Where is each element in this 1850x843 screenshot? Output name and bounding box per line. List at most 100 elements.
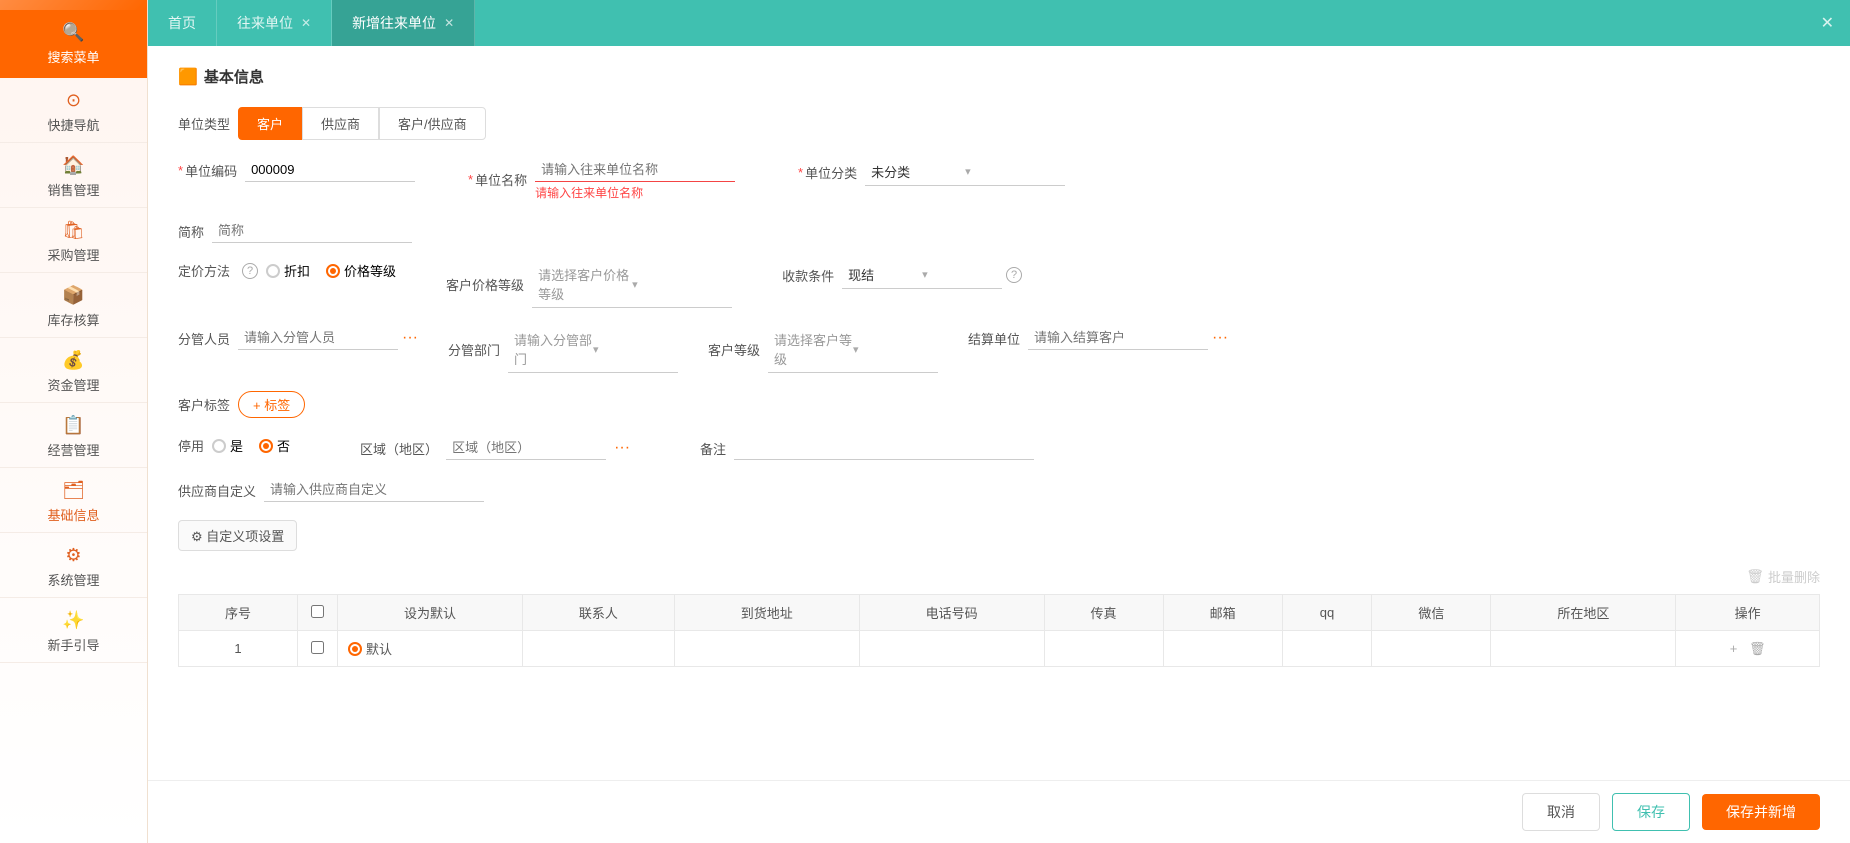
close-all-button[interactable]: ✕	[1805, 13, 1850, 33]
sidebar-quick-nav-label: 快捷导航	[47, 115, 99, 134]
region-more-btn[interactable]: ···	[614, 439, 630, 457]
unit-code-input[interactable]	[245, 158, 415, 182]
col-region: 所在地区	[1491, 595, 1676, 631]
tab-partners[interactable]: 往来单位 ✕	[217, 0, 332, 46]
sidebar-item-quick-nav[interactable]: ⊙ 快捷导航	[0, 78, 147, 143]
col-qq: qq	[1282, 595, 1372, 631]
row-address	[674, 631, 859, 667]
customer-level-label: 客户等级	[708, 340, 760, 359]
col-default: 设为默认	[338, 595, 523, 631]
pricing-level-dot	[330, 268, 336, 274]
tab-new-partner-close[interactable]: ✕	[444, 16, 454, 30]
pricing-method-help[interactable]: ?	[242, 263, 258, 279]
disabled-no-label: 否	[277, 436, 290, 455]
pricing-method-discount[interactable]: 折扣	[266, 261, 310, 280]
customer-level-select[interactable]: 请选择客户等级 ▾	[768, 326, 938, 373]
finance-icon: 💰	[62, 350, 84, 371]
customer-price-level-chevron: ▾	[632, 278, 726, 291]
type-btn-supplier[interactable]: 供应商	[302, 107, 379, 140]
manager-input[interactable]	[238, 326, 398, 350]
custom-settings-button[interactable]: ⚙ 自定义项设置	[178, 520, 297, 551]
remark-input[interactable]	[734, 436, 1034, 460]
save-button[interactable]: 保存	[1612, 793, 1690, 831]
save-new-button[interactable]: 保存并新增	[1702, 794, 1820, 830]
section-title-text: 基本信息	[204, 66, 264, 87]
row-default: 默认	[338, 631, 523, 667]
settlement-unit-label: 结算单位	[968, 329, 1020, 348]
row-checkbox[interactable]	[311, 641, 324, 654]
payment-term-label: 收款条件	[782, 266, 834, 285]
pricing-method-price-level[interactable]: 价格等级	[326, 261, 396, 280]
disabled-no-radio	[259, 439, 273, 453]
unit-name-input[interactable]	[535, 158, 735, 182]
new-guide-icon: ✨	[62, 610, 84, 631]
settlement-unit-field: 结算单位 ···	[968, 326, 1228, 350]
row-contact	[522, 631, 674, 667]
select-all-checkbox[interactable]	[311, 605, 324, 618]
tab-partners-close[interactable]: ✕	[301, 16, 311, 30]
abbr-field: 简称	[178, 219, 412, 243]
sidebar-item-new-guide[interactable]: ✨ 新手引导	[0, 598, 147, 663]
settlement-unit-more-btn[interactable]: ···	[1212, 329, 1228, 347]
payment-term-select[interactable]: 现结 ▾	[842, 261, 1002, 289]
sidebar-item-sales[interactable]: 🏠 销售管理	[0, 143, 147, 208]
type-btn-customer[interactable]: 客户	[238, 107, 302, 140]
main-content: 首页 往来单位 ✕ 新增往来单位 ✕ ✕ 🟧 基本信息 单位类型 客户 供应商	[148, 0, 1850, 843]
row-delete-btn[interactable]: 🗑	[1749, 641, 1766, 656]
add-tag-button[interactable]: + 标签	[238, 391, 305, 418]
cancel-button[interactable]: 取消	[1522, 793, 1600, 831]
basic-info-row: * 单位编码 * 单位名称 请输入往来单位名称 * 单位分类 未分类 ▾	[178, 158, 1820, 201]
sidebar-item-finance[interactable]: 💰 资金管理	[0, 338, 147, 403]
supplier-custom-field: 供应商自定义	[178, 478, 484, 502]
department-select[interactable]: 请输入分管部门 ▾	[508, 326, 678, 373]
unit-category-value: 未分类	[871, 162, 965, 181]
row-add-btn[interactable]: +	[1730, 641, 1738, 656]
sidebar-item-search[interactable]: 🔍 搜索菜单	[0, 10, 147, 78]
type-btn-both[interactable]: 客户/供应商	[379, 107, 486, 140]
col-fax: 传真	[1044, 595, 1163, 631]
unit-name-label: 单位名称	[475, 170, 527, 189]
disabled-yes[interactable]: 是	[212, 436, 243, 455]
row-actions: + 🗑	[1676, 631, 1820, 667]
sidebar: 🔍 搜索菜单 ⊙ 快捷导航 🏠 销售管理 🛍 采购管理 📦 库存核算 💰 资金管…	[0, 0, 148, 843]
contacts-table: 序号 设为默认 联系人 到货地址 电话号码 传真 邮箱 qq 微信 所在地区 操…	[178, 594, 1820, 667]
disabled-no[interactable]: 否	[259, 436, 290, 455]
row-default-radio[interactable]: 默认	[348, 639, 512, 658]
settlement-unit-input[interactable]	[1028, 326, 1208, 350]
abbr-input[interactable]	[212, 219, 412, 243]
region-input[interactable]	[446, 436, 606, 460]
unit-code-label: 单位编码	[185, 161, 237, 180]
form-content: 🟧 基本信息 单位类型 客户 供应商 客户/供应商 * 单位编码 *	[148, 46, 1850, 780]
unit-type-field: 单位类型 客户 供应商 客户/供应商	[178, 107, 486, 140]
manager-field: 分管人员 ···	[178, 326, 418, 350]
sidebar-item-inventory[interactable]: 📦 库存核算	[0, 273, 147, 338]
sidebar-item-basics[interactable]: 🗂 基础信息	[0, 468, 147, 533]
pricing-row: 定价方法 ? 折扣 价格等级 客户价格等级	[178, 261, 1820, 308]
customer-price-level-field: 客户价格等级 请选择客户价格等级 ▾	[446, 261, 732, 308]
unit-category-required: *	[798, 165, 803, 180]
row-phone	[859, 631, 1044, 667]
row-seq: 1	[179, 631, 298, 667]
unit-category-field: * 单位分类 未分类 ▾	[798, 158, 1065, 186]
payment-term-help[interactable]: ?	[1006, 267, 1022, 283]
batch-delete-label[interactable]: 批量删除	[1768, 567, 1820, 586]
tab-new-partner[interactable]: 新增往来单位 ✕	[332, 0, 475, 46]
supplier-custom-input[interactable]	[264, 478, 484, 502]
disabled-no-dot	[263, 443, 269, 449]
system-icon: ⚙	[65, 545, 81, 566]
sidebar-item-system[interactable]: ⚙ 系统管理	[0, 533, 147, 598]
unit-type-label: 单位类型	[178, 114, 230, 133]
unit-category-select[interactable]: 未分类 ▾	[865, 158, 1065, 186]
row-fax	[1044, 631, 1163, 667]
col-action: 操作	[1676, 595, 1820, 631]
sidebar-item-operations[interactable]: 📋 经营管理	[0, 403, 147, 468]
tab-home[interactable]: 首页	[148, 0, 217, 46]
customer-price-level-select[interactable]: 请选择客户价格等级 ▾	[532, 261, 732, 308]
sidebar-item-purchase[interactable]: 🛍 采购管理	[0, 208, 147, 273]
table-body: 1 默认	[179, 631, 1820, 667]
sidebar-purchase-label: 采购管理	[47, 245, 99, 264]
pricing-level-radio	[326, 264, 340, 278]
manager-more-btn[interactable]: ···	[402, 329, 418, 347]
unit-code-field: * 单位编码	[178, 158, 438, 182]
row-check	[298, 631, 338, 667]
